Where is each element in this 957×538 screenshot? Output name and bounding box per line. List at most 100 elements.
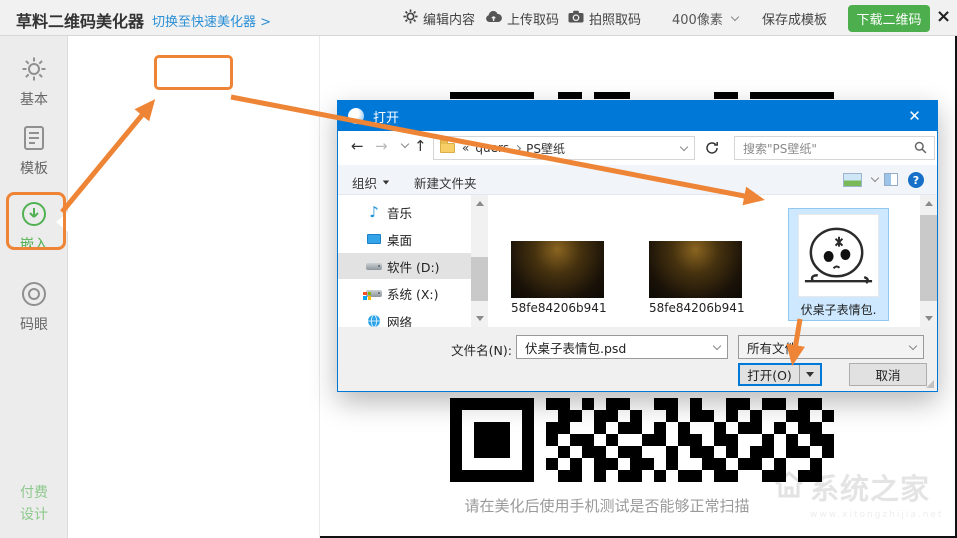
- gear-icon: [403, 9, 418, 28]
- open-button[interactable]: 打开(O): [738, 363, 822, 386]
- save-as-template-button[interactable]: 保存成模板: [762, 9, 827, 28]
- hard-drive-icon: [366, 263, 382, 270]
- file-thumbnail-1[interactable]: [511, 241, 604, 298]
- save-as-template-label: 保存成模板: [762, 9, 827, 28]
- recent-locations-chevron-icon[interactable]: [401, 140, 409, 148]
- file-name-1[interactable]: 58fe84206b941: [511, 301, 604, 315]
- sidebar-item-basic-label: 基本: [0, 89, 68, 109]
- sidebar-item-paid-design[interactable]: 付费 设计: [0, 482, 68, 526]
- file-name-2[interactable]: 58fe84206b941: [649, 301, 742, 315]
- organize-dropdown[interactable]: 组织: [352, 173, 390, 192]
- download-qr-button[interactable]: 下载二维码: [848, 5, 930, 32]
- scrollbar-thumb[interactable]: [920, 215, 937, 301]
- dropdown-triangle-icon: [806, 372, 814, 377]
- options-panel: [68, 36, 320, 538]
- address-dropdown-chevron-icon[interactable]: [680, 142, 688, 150]
- sidebar-item-basic[interactable]: 基本: [0, 56, 68, 109]
- filetype-value: 所有文件: [739, 338, 903, 357]
- up-arrow-icon[interactable]: ↑: [414, 137, 427, 155]
- scroll-up-icon: [925, 201, 933, 206]
- dialog-app-icon: [348, 108, 364, 124]
- open-dropdown[interactable]: [799, 365, 820, 384]
- scroll-down-icon: [476, 316, 484, 321]
- forward-arrow-icon[interactable]: →: [375, 137, 388, 155]
- dropdown-triangle-icon: [383, 181, 389, 185]
- breadcrumb-current-folder[interactable]: PS壁纸: [526, 140, 565, 157]
- help-icon[interactable]: ?: [908, 172, 924, 188]
- view-options-chevron-icon[interactable]: [871, 174, 879, 182]
- download-circle-icon: [21, 212, 47, 231]
- switch-quick-beautifier-link[interactable]: 切换至快速美化器 >: [152, 11, 271, 30]
- new-folder-button[interactable]: 新建文件夹: [414, 173, 477, 192]
- sidebar: 基本 模板 嵌入 码眼 付费 设计: [0, 36, 68, 538]
- close-icon[interactable]: ×: [936, 6, 951, 27]
- scrollbar-thumb[interactable]: [471, 257, 488, 301]
- preview-pane-icon[interactable]: [884, 173, 898, 186]
- template-icon: [22, 136, 46, 155]
- filename-combo[interactable]: 伏桌子表情包.psd: [516, 335, 728, 359]
- dialog-titlebar[interactable]: 打开 ✕: [338, 101, 937, 131]
- nav-item-drive-x[interactable]: 系统 (X:): [338, 280, 471, 306]
- open-file-dialog: 打开 ✕ ← → ↑ « quers PS壁纸: [337, 100, 938, 392]
- thumbnail-view-icon[interactable]: [843, 173, 862, 187]
- nav-item-drive-d[interactable]: 软件 (D:): [338, 253, 471, 279]
- music-note-icon: ♪: [369, 205, 379, 219]
- filetype-select[interactable]: 所有文件: [738, 335, 924, 359]
- upload-decode-label: 上传取码: [507, 9, 559, 28]
- dialog-footer: 文件名(N): 伏桌子表情包.psd 所有文件 打开(O) 取消: [338, 327, 937, 391]
- open-button-label: 打开(O): [740, 365, 799, 384]
- address-bar[interactable]: « quers PS壁纸: [433, 136, 695, 160]
- filelist-scrollbar[interactable]: [920, 195, 937, 327]
- app-title: 草料二维码美化器: [16, 8, 144, 32]
- network-globe-icon: [365, 314, 383, 327]
- dialog-content: ♪ 音乐 桌面 软件 (D:) 系统 (X:): [338, 195, 937, 327]
- size-value: 400像素: [672, 9, 723, 28]
- filename-label: 文件名(N):: [434, 340, 512, 359]
- dialog-nav-row: ← → ↑ « quers PS壁纸 搜索"PS壁纸": [338, 131, 937, 165]
- camera-icon: [568, 10, 584, 27]
- scroll-down-icon: [925, 316, 933, 321]
- size-dropdown[interactable]: 400像素: [672, 9, 738, 28]
- folder-icon: [440, 143, 455, 153]
- chevron-down-icon: [903, 343, 923, 351]
- dialog-toolbar: 组织 新建文件夹 ?: [338, 165, 937, 195]
- refresh-button[interactable]: [698, 136, 726, 160]
- search-input[interactable]: 搜索"PS壁纸": [734, 136, 935, 160]
- sidebar-item-template-label: 模板: [0, 158, 68, 178]
- filename-value: 伏桌子表情包.psd: [517, 338, 707, 357]
- breadcrumb-prefix: «: [462, 141, 469, 155]
- search-icon: [914, 139, 927, 158]
- sidebar-item-template[interactable]: 模板: [0, 125, 68, 178]
- chevron-down-icon: [731, 13, 739, 21]
- dialog-close-icon[interactable]: ✕: [892, 101, 937, 131]
- new-folder-label: 新建文件夹: [414, 173, 477, 192]
- resize-grip[interactable]: [926, 380, 934, 388]
- nav-item-network[interactable]: 网络: [338, 308, 471, 327]
- dialog-title: 打开: [373, 107, 399, 126]
- selected-file-name: 伏桌子表情包.: [789, 301, 888, 318]
- photo-decode-button[interactable]: 拍照取码: [568, 9, 641, 28]
- chevron-down-icon: [707, 343, 727, 351]
- active-item-notch: [56, 212, 68, 232]
- scan-hint-text: 请在美化后使用手机测试是否能够正常扫描: [307, 495, 907, 516]
- navpane-scrollbar[interactable]: [471, 195, 488, 327]
- sidebar-item-embed-label: 嵌入: [0, 234, 68, 254]
- breadcrumb-parent-folder[interactable]: quers: [475, 141, 509, 155]
- selected-file-thumbnail: [798, 214, 879, 297]
- scroll-up-icon: [476, 201, 484, 206]
- qr-code-bottom: [450, 398, 834, 482]
- nav-item-music[interactable]: ♪ 音乐: [338, 199, 471, 225]
- file-thumbnail-2[interactable]: [649, 241, 742, 298]
- search-placeholder: 搜索"PS壁纸": [743, 140, 914, 157]
- edit-content-button[interactable]: 编辑内容: [403, 9, 475, 28]
- cancel-button[interactable]: 取消: [849, 363, 927, 386]
- emoji-face-image: [799, 215, 878, 296]
- upload-decode-button[interactable]: 上传取码: [485, 9, 559, 28]
- qr-code-top-strip: [450, 92, 834, 99]
- paid-design-line2: 设计: [0, 504, 68, 526]
- nav-item-desktop[interactable]: 桌面: [338, 226, 471, 252]
- sidebar-item-eye[interactable]: 码眼: [0, 281, 68, 334]
- selected-file-item[interactable]: 伏桌子表情包.: [788, 208, 889, 321]
- cloud-upload-icon: [485, 10, 502, 27]
- back-arrow-icon[interactable]: ←: [351, 137, 364, 155]
